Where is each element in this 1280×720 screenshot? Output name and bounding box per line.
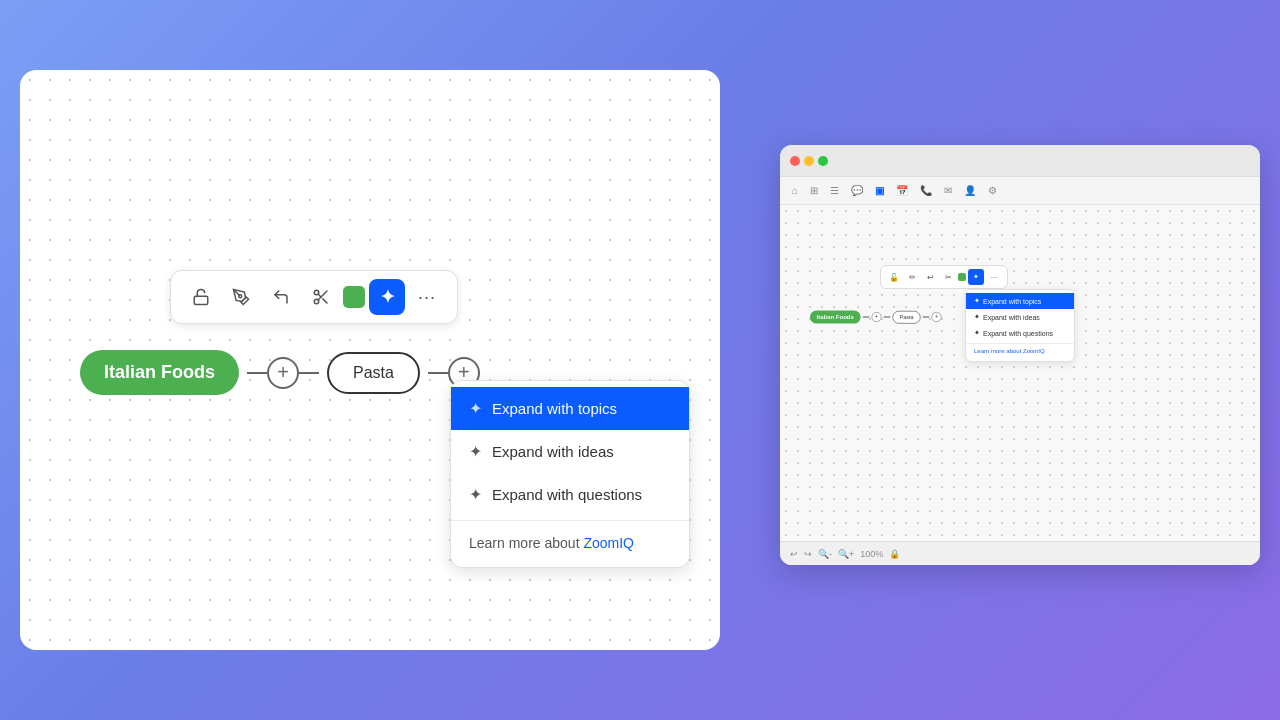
nav-icon-6: 📅 [892, 183, 912, 198]
maximize-dot [818, 156, 828, 166]
right-panel-navbar: ⌂ ⊞ ☰ 💬 ▣ 📅 📞 ✉ 👤 ⚙ [780, 177, 1260, 205]
italian-foods-node[interactable]: Italian Foods [80, 350, 239, 395]
mini-pasta-node: Pasta [892, 311, 920, 324]
minimize-dot [804, 156, 814, 166]
close-dot [790, 156, 800, 166]
pen-button[interactable] [223, 279, 259, 315]
left-panel: ✦ ··· Italian Foods + Pasta + ✦ Expand w… [20, 70, 720, 650]
undo-icon: ↩ [790, 549, 798, 559]
mini-line-2 [884, 317, 891, 318]
nav-icon-4: 💬 [847, 183, 867, 198]
nav-icon-7: 📞 [916, 183, 936, 198]
nav-icon-5: ▣ [871, 183, 888, 198]
expand-ideas-item[interactable]: ✦ Expand with ideas [451, 430, 689, 473]
svg-point-1 [239, 295, 242, 298]
right-panel-canvas: 🔓 ✏ ↩ ✂ ✦ ··· Italian Foods + Pasta + ✦ … [780, 205, 1260, 565]
mini-ai-btn: ✦ [968, 269, 984, 285]
mini-ideas-item: ✦ Expand with ideas [966, 309, 1074, 325]
svg-line-5 [323, 299, 327, 303]
toolbar: ✦ ··· [170, 270, 458, 324]
expand-topics-item[interactable]: ✦ Expand with topics [451, 387, 689, 430]
zoom-level: 100% [860, 549, 883, 559]
arrow-connector-1: + [247, 357, 319, 389]
lock-button[interactable] [183, 279, 219, 315]
mini-add-2: + [932, 312, 942, 322]
right-panel-topbar [780, 145, 1260, 177]
mini-dropdown: ✦ Expand with topics ✦ Expand with ideas… [965, 289, 1075, 362]
nav-icon-2: ⊞ [806, 183, 822, 198]
mini-lock-btn: 🔓 [886, 269, 902, 285]
lock-bottom-icon: 🔒 [889, 549, 900, 559]
window-controls [790, 156, 828, 166]
scissors-button[interactable] [303, 279, 339, 315]
ai-button[interactable]: ✦ [369, 279, 405, 315]
svg-rect-0 [194, 296, 208, 304]
add-node-button-1[interactable]: + [267, 357, 299, 389]
mini-topics-item: ✦ Expand with topics [966, 293, 1074, 309]
dropdown-divider [451, 520, 689, 521]
mini-line-3 [923, 317, 930, 318]
mini-canvas: Italian Foods + Pasta + [810, 310, 942, 323]
color-swatch[interactable] [343, 286, 365, 308]
zoomiq-link[interactable]: ZoomIQ [583, 535, 634, 551]
mini-pen-btn: ✏ [904, 269, 920, 285]
mini-italian-node: Italian Foods [810, 310, 861, 323]
canvas-area: Italian Foods + Pasta + [80, 350, 480, 395]
mini-questions-item: ✦ Expand with questions [966, 325, 1074, 341]
right-panel-bottombar: ↩ ↪ 🔍- 🔍+ 100% 🔒 [780, 541, 1260, 565]
ai-dropdown-menu: ✦ Expand with topics ✦ Expand with ideas… [450, 380, 690, 568]
mini-sparkle-3: ✦ [974, 329, 980, 337]
mini-toolbar: 🔓 ✏ ↩ ✂ ✦ ··· [880, 265, 1008, 289]
mini-add-1: + [872, 312, 882, 322]
mini-undo-btn: ↩ [922, 269, 938, 285]
bottom-bar-undo-redo: ↩ ↪ 🔍- 🔍+ 100% 🔒 [790, 549, 900, 559]
pasta-node[interactable]: Pasta [327, 352, 420, 394]
mini-more-btn: ··· [986, 269, 1002, 285]
zoom-in-icon: 🔍+ [838, 549, 854, 559]
mini-scissors-btn: ✂ [940, 269, 956, 285]
sparkle-icon-topics: ✦ [469, 399, 482, 418]
sparkle-icon-questions: ✦ [469, 485, 482, 504]
nav-icon-8: ✉ [940, 183, 956, 198]
sparkle-icon-ideas: ✦ [469, 442, 482, 461]
mini-line-1 [863, 317, 870, 318]
mini-sparkle-2: ✦ [974, 313, 980, 321]
expand-questions-item[interactable]: ✦ Expand with questions [451, 473, 689, 516]
nav-icon-1: ⌂ [788, 183, 802, 198]
right-panel: ⌂ ⊞ ☰ 💬 ▣ 📅 📞 ✉ 👤 ⚙ 🔓 ✏ ↩ ✂ ✦ ··· Italia… [780, 145, 1260, 565]
svg-line-6 [318, 294, 321, 297]
dropdown-footer: Learn more about ZoomIQ [451, 525, 689, 561]
mini-zoomiq-link: ZoomIQ [1023, 348, 1045, 354]
zoom-out-icon: 🔍- [818, 549, 832, 559]
mini-color-btn [958, 273, 966, 281]
undo-button[interactable] [263, 279, 299, 315]
nav-icon-9: 👤 [960, 183, 980, 198]
mini-sparkle-1: ✦ [974, 297, 980, 305]
redo-icon: ↪ [804, 549, 812, 559]
mini-dropdown-footer: Learn more about ZoomIQ [966, 343, 1074, 358]
nav-icon-10: ⚙ [984, 183, 1001, 198]
nav-icon-3: ☰ [826, 183, 843, 198]
more-options-button[interactable]: ··· [409, 279, 445, 315]
